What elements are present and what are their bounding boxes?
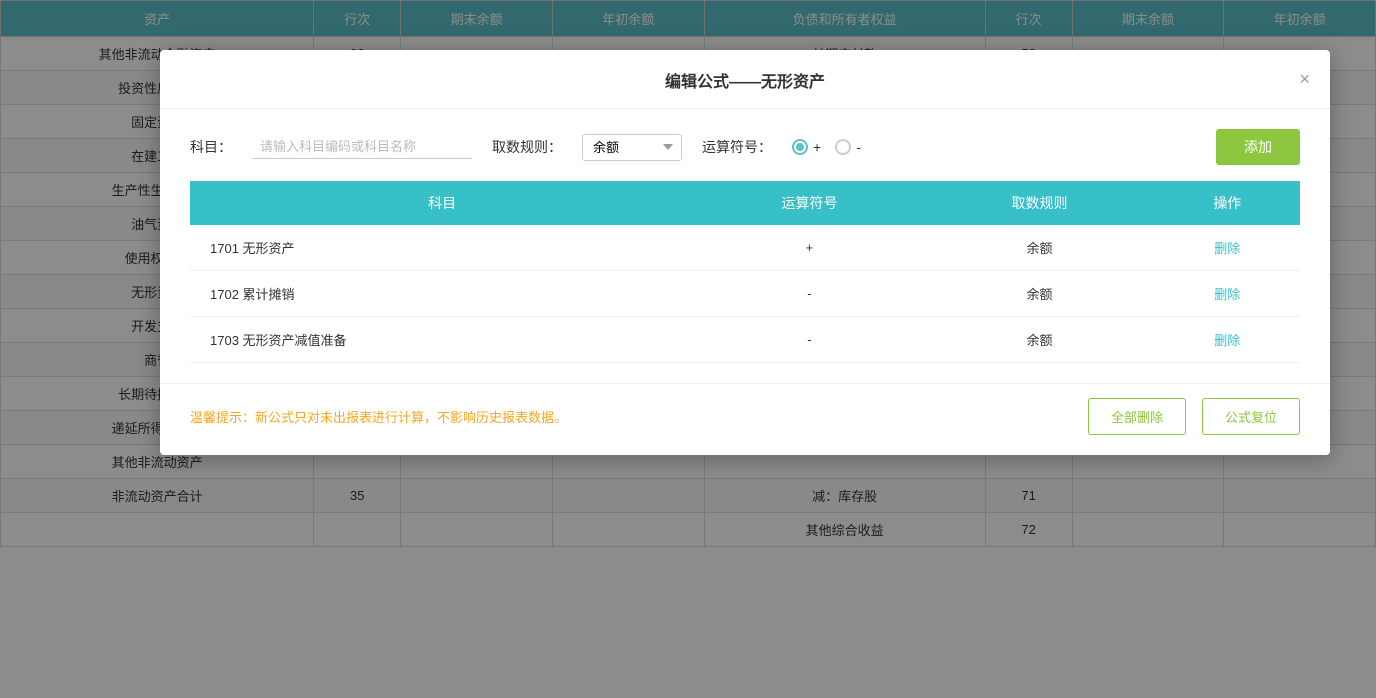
radio-minus-label: -	[856, 139, 861, 155]
footer-buttons: 全部删除 公式复位	[1088, 398, 1300, 435]
formula-subject-cell: 1701 无形资产	[190, 225, 694, 271]
subject-input[interactable]	[252, 135, 472, 159]
formula-action-cell: 删除	[1155, 317, 1300, 363]
formula-table-row: 1703 无形资产减值准备-余额 删除	[190, 317, 1300, 363]
formula-action-cell: 删除	[1155, 271, 1300, 317]
formula-table-row: 1701 无形资产+余额 删除	[190, 225, 1300, 271]
col-header-action: 操作	[1155, 181, 1300, 225]
rule-select[interactable]: 余额 借方发生额 贷方发生额	[582, 134, 682, 161]
modal-title: 编辑公式——无形资产	[665, 68, 825, 92]
add-button[interactable]: 添加	[1216, 129, 1300, 165]
formula-rule-cell: 余额	[924, 225, 1154, 271]
radio-plus-circle	[792, 139, 808, 155]
col-header-subject: 科目	[190, 181, 694, 225]
subject-label: 科目：	[190, 137, 232, 157]
formula-table: 科目 运算符号 取数规则 操作 1701 无形资产+余额删除1702 累计摊销-…	[190, 181, 1300, 363]
rule-label: 取数规则：	[492, 137, 562, 157]
formula-subject-cell: 1702 累计摊销	[190, 271, 694, 317]
operator-label: 运算符号：	[702, 137, 772, 157]
reset-formula-button[interactable]: 公式复位	[1202, 398, 1300, 435]
radio-plus[interactable]: +	[792, 139, 821, 155]
delete-row-button[interactable]: 删除	[1214, 330, 1240, 349]
modal-footer: 温馨提示：新公式只对未出报表进行计算，不影响历史报表数据。 全部删除 公式复位	[160, 383, 1330, 455]
delete-row-button[interactable]: 删除	[1214, 284, 1240, 303]
formula-operator-cell: +	[694, 225, 924, 271]
col-header-rule: 取数规则	[924, 181, 1154, 225]
modal-close-button[interactable]: ×	[1299, 70, 1310, 88]
formula-rule-cell: 余额	[924, 317, 1154, 363]
edit-formula-modal: 编辑公式——无形资产 × 科目： 取数规则： 余额 借方发生额 贷方发生额 运算…	[160, 50, 1330, 455]
operator-radio-group: + -	[792, 139, 861, 155]
formula-rule-cell: 余额	[924, 271, 1154, 317]
radio-minus[interactable]: -	[835, 139, 861, 155]
formula-operator-cell: -	[694, 317, 924, 363]
formula-action-cell: 删除	[1155, 225, 1300, 271]
formula-table-wrapper: 科目 运算符号 取数规则 操作 1701 无形资产+余额删除1702 累计摊销-…	[160, 181, 1330, 363]
formula-table-header-row: 科目 运算符号 取数规则 操作	[190, 181, 1300, 225]
delete-all-button[interactable]: 全部删除	[1088, 398, 1186, 435]
delete-row-button[interactable]: 删除	[1214, 238, 1240, 257]
formula-subject-cell: 1703 无形资产减值准备	[190, 317, 694, 363]
col-header-operator: 运算符号	[694, 181, 924, 225]
formula-operator-cell: -	[694, 271, 924, 317]
modal-header: 编辑公式——无形资产 ×	[160, 50, 1330, 109]
radio-plus-label: +	[813, 139, 821, 155]
radio-minus-circle	[835, 139, 851, 155]
rule-select-group: 余额 借方发生额 贷方发生额	[582, 134, 682, 161]
hint-text: 温馨提示：新公式只对未出报表进行计算，不影响历史报表数据。	[190, 407, 567, 426]
formula-table-row: 1702 累计摊销-余额 删除	[190, 271, 1300, 317]
form-row: 科目： 取数规则： 余额 借方发生额 贷方发生额 运算符号： + - 添加	[160, 109, 1330, 181]
